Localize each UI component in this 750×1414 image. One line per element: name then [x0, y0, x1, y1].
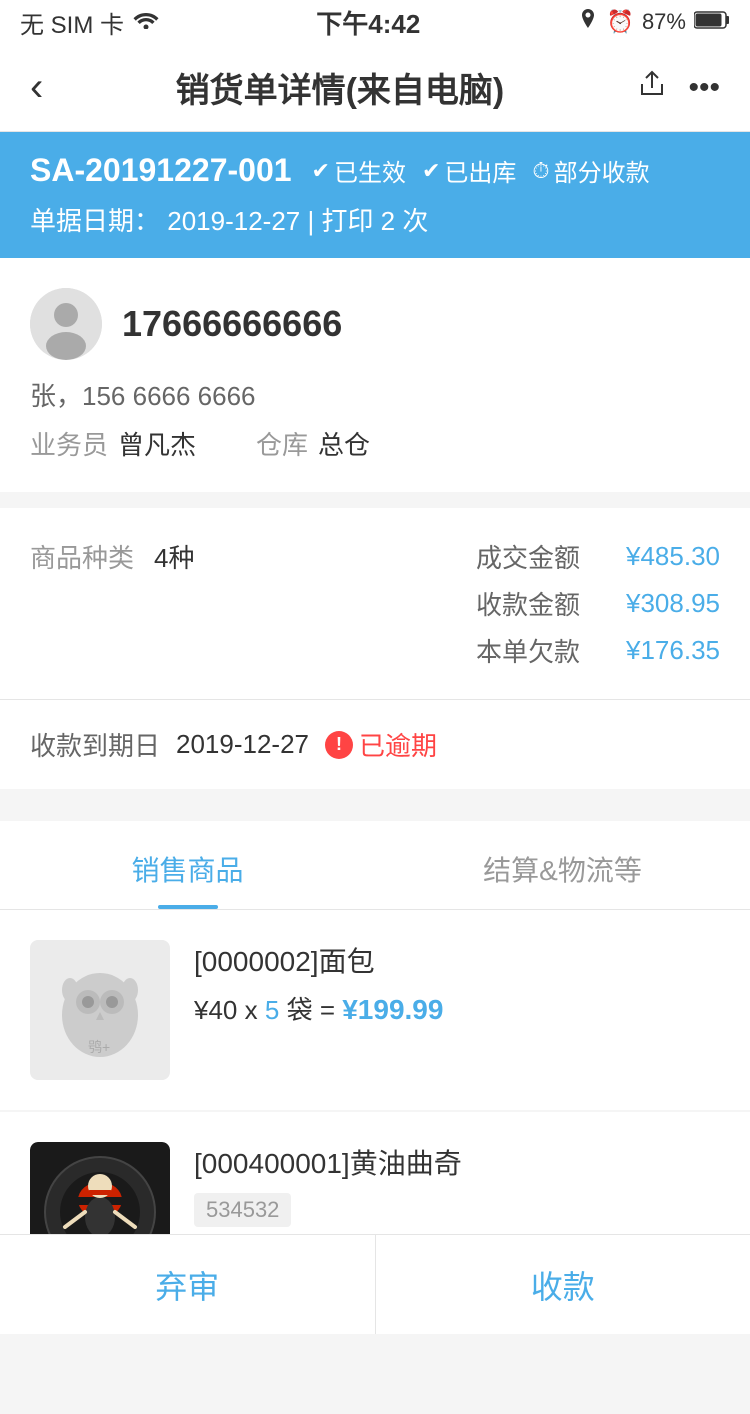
product-name-1: [0000002]面包 [194, 940, 720, 980]
product-info-1: [0000002]面包 ¥40 x 5 袋 = ¥199.99 [194, 940, 720, 1027]
tab-sales-products[interactable]: 销售商品 [0, 821, 375, 909]
badge-shipped: 已出库 [422, 153, 516, 188]
price-base-1: ¥40 [194, 995, 237, 1025]
battery-icon [694, 9, 730, 35]
status-bar: 无 SIM 卡 下午4:42 ⏰ 87% [0, 0, 750, 44]
nav-bar: ‹ 销货单详情(来自电脑) ••• [0, 44, 750, 132]
due-section: 收款到期日 2019-12-27 ! 已逾期 [0, 700, 750, 789]
product-name-2: [000400001]黄油曲奇 [194, 1142, 720, 1182]
warehouse-label: 仓库 [256, 425, 308, 462]
payment-item: 收款金额 ¥308.95 [476, 585, 720, 622]
avatar [30, 288, 102, 360]
product-price-1: ¥40 x 5 袋 = ¥199.99 [194, 990, 720, 1027]
date-label: 单据日期： [30, 206, 160, 236]
battery-text: 87% [642, 9, 686, 35]
product-types-value: 4种 [154, 538, 194, 575]
check-icon-1 [312, 157, 330, 185]
salesperson-value: 曾凡杰 [118, 425, 196, 462]
status-badges: 已生效 已出库 部分收款 [312, 153, 650, 188]
stats-row: 商品种类 4种 成交金额 ¥485.30 收款金额 ¥308.95 本单欠款 ¥… [30, 538, 720, 669]
product-sku-2: 534532 [194, 1193, 291, 1227]
status-left: 无 SIM 卡 [20, 5, 160, 40]
unit-1: 袋 [287, 995, 313, 1025]
warehouse-value: 总仓 [318, 425, 370, 462]
alarm-icon: ⏰ [607, 9, 634, 35]
order-date-row: 单据日期： 2019-12-27 | 打印 2 次 [30, 201, 720, 238]
customer-section: 17666666666 张，156 6666 6666 业务员 曾凡杰 仓库 总… [0, 258, 750, 492]
nav-left: ‹ [30, 65, 43, 110]
print-info: | 打印 2 次 [307, 206, 428, 236]
debt-label: 本单欠款 [476, 632, 580, 669]
due-date-value: 2019-12-27 [176, 729, 309, 760]
amount-label: 成交金额 [476, 538, 580, 575]
badge-partial: 部分收款 [532, 153, 649, 188]
more-icon[interactable]: ••• [688, 71, 720, 105]
status-right: ⏰ 87% [577, 8, 730, 36]
status-time: 下午4:42 [316, 4, 420, 41]
order-header: SA-20191227-001 已生效 已出库 部分收款 单据日期： 2019-… [0, 132, 750, 258]
cancel-review-button[interactable]: 弃审 [0, 1235, 376, 1334]
bottom-bar: 弃审 收款 [0, 1234, 750, 1334]
payment-label: 收款金额 [476, 585, 580, 622]
due-label: 收款到期日 [30, 726, 160, 763]
salesperson-label: 业务员 [30, 425, 108, 462]
payment-value: ¥308.95 [600, 588, 720, 619]
overdue-text: 已逾期 [359, 726, 437, 763]
customer-id: 17666666666 [122, 303, 342, 345]
tabs-row: 销售商品 结算&物流等 [0, 821, 750, 909]
overdue-icon: ! [325, 731, 353, 759]
badge-effective: 已生效 [312, 153, 406, 188]
salesperson-item: 业务员 曾凡杰 [30, 425, 196, 462]
product-card-1: 鸮+ [0000002]面包 ¥40 x 5 袋 = ¥199.99 [0, 910, 750, 1110]
warehouse-item: 仓库 总仓 [256, 425, 370, 462]
product-types-label: 商品种类 [30, 538, 134, 575]
product-types: 商品种类 4种 [30, 538, 194, 575]
customer-row: 17666666666 [30, 288, 720, 360]
order-date-value: 2019-12-27 [167, 206, 300, 236]
back-button[interactable]: ‹ [30, 65, 43, 110]
quantity-1: 5 [265, 995, 279, 1025]
amount-item: 成交金额 ¥485.30 [476, 538, 720, 575]
stats-section: 商品种类 4种 成交金额 ¥485.30 收款金额 ¥308.95 本单欠款 ¥… [0, 508, 750, 699]
amounts: 成交金额 ¥485.30 收款金额 ¥308.95 本单欠款 ¥176.35 [476, 538, 720, 669]
nav-right: ••• [636, 68, 720, 108]
tabs-section: 销售商品 结算&物流等 [0, 821, 750, 910]
carrier-text: 无 SIM 卡 [20, 5, 124, 40]
check-icon-2 [422, 157, 440, 185]
wifi-icon [132, 8, 160, 36]
product-image-1: 鸮+ [30, 940, 170, 1080]
divider-1 [0, 492, 750, 508]
order-id: SA-20191227-001 [30, 152, 292, 189]
location-icon [577, 8, 599, 36]
divider-2 [0, 789, 750, 805]
amount-value: ¥485.30 [600, 541, 720, 572]
page-title: 销货单详情(来自电脑) [176, 63, 505, 112]
total-1: ¥199.99 [342, 994, 443, 1025]
debt-value: ¥176.35 [600, 635, 720, 666]
svg-text:鸮+: 鸮+ [88, 1039, 110, 1055]
payment-button[interactable]: 收款 [376, 1235, 750, 1334]
customer-meta: 业务员 曾凡杰 仓库 总仓 [30, 425, 720, 462]
customer-detail: 张，156 6666 6666 [30, 376, 720, 413]
debt-item: 本单欠款 ¥176.35 [476, 632, 720, 669]
tab-settlement[interactable]: 结算&物流等 [375, 821, 750, 909]
share-icon[interactable] [636, 68, 668, 108]
overdue-badge: ! 已逾期 [325, 726, 437, 763]
clock-icon [532, 157, 549, 185]
